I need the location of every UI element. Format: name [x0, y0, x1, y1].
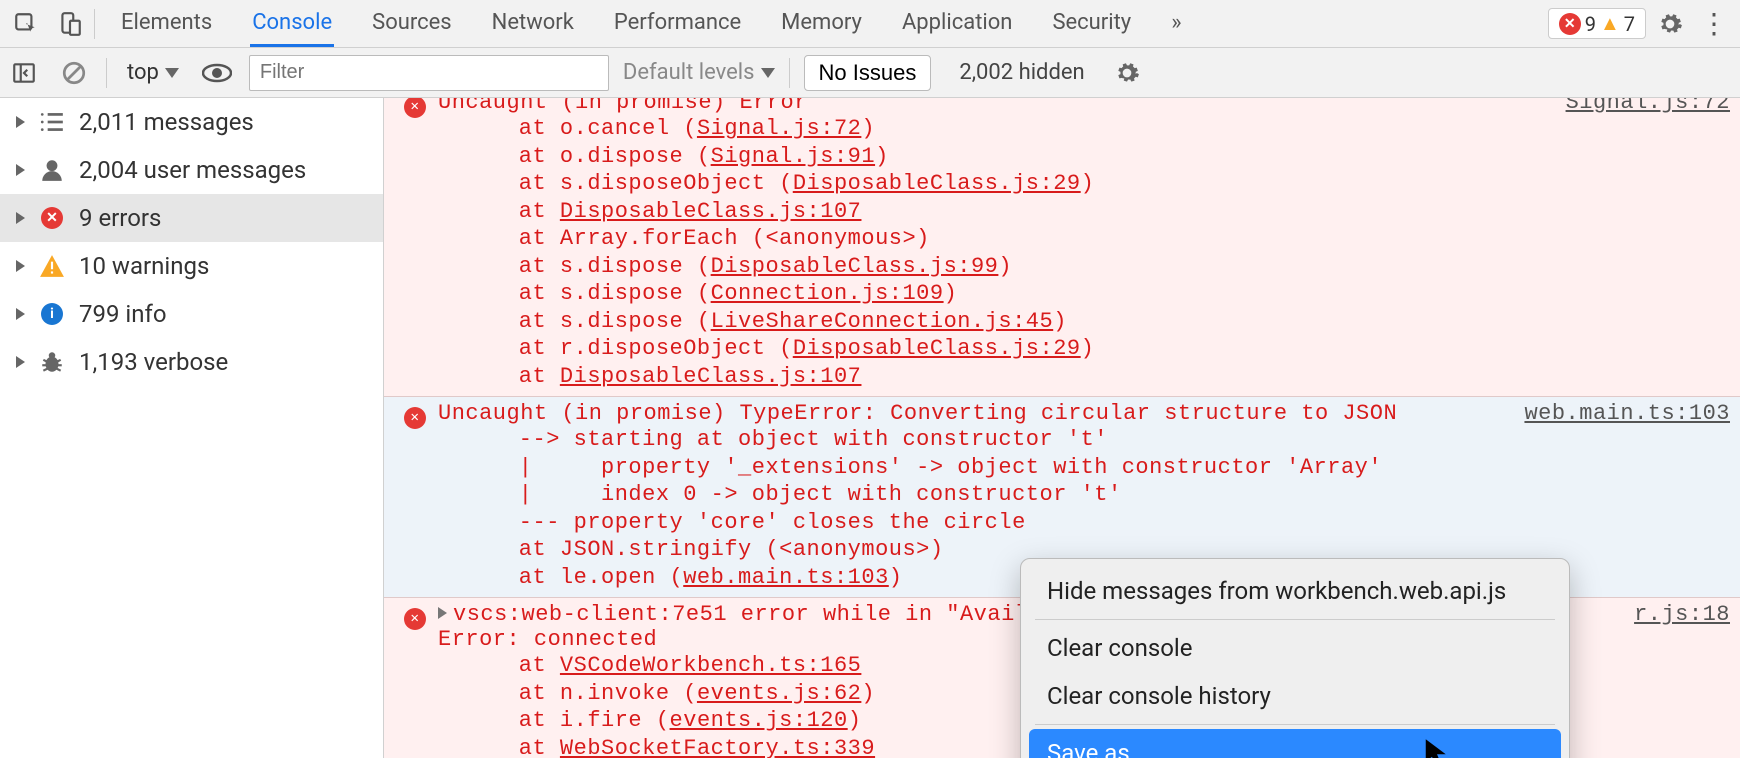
filter-input[interactable]	[249, 55, 609, 91]
kebab-menu-icon[interactable]: ⋮	[1694, 4, 1734, 44]
sidebar-item-label: 1,193 verbose	[79, 348, 228, 376]
live-expression-icon[interactable]	[199, 55, 235, 91]
console-message: ✕ Uncaught (in promise) Error Signal.js:72…	[384, 98, 1740, 397]
menu-item[interactable]: Save as...	[1029, 729, 1561, 758]
console-sidebar: 2,011 messages 2,004 user messages ✕ 9 erro…	[0, 98, 384, 758]
message-header: vscs:web-client:7e51 error while in "Ava…	[438, 602, 1029, 627]
warning-count: 7	[1624, 12, 1635, 36]
separator	[106, 58, 107, 88]
warning-icon: ▲	[1600, 11, 1620, 36]
clear-console-icon[interactable]	[56, 55, 92, 91]
bug-icon	[39, 349, 65, 375]
menu-item[interactable]: Clear console history	[1029, 672, 1561, 720]
info-icon: i	[39, 301, 65, 327]
sidebar-item-warnings[interactable]: 10 warnings	[0, 242, 383, 290]
tab-application[interactable]: Application	[900, 0, 1014, 47]
menu-separator	[1035, 619, 1555, 620]
devtools-tabbar: Elements Console Sources Network Perform…	[0, 0, 1740, 48]
inspect-icon[interactable]	[6, 4, 46, 44]
disclosure-icon[interactable]	[438, 607, 447, 619]
tab-security[interactable]: Security	[1050, 0, 1133, 47]
message-source-link[interactable]: r.js:18	[1634, 602, 1730, 627]
error-icon: ✕	[404, 403, 426, 425]
separator	[94, 9, 95, 39]
menu-item[interactable]: Clear console	[1029, 624, 1561, 672]
error-icon: ✕	[1559, 13, 1581, 35]
tab-sources[interactable]: Sources	[370, 0, 454, 47]
error-icon: ✕	[404, 98, 426, 114]
context-label: top	[127, 60, 159, 85]
issues-button[interactable]: No Issues	[804, 55, 932, 91]
tab-performance[interactable]: Performance	[612, 0, 743, 47]
disclosure-icon	[16, 116, 25, 128]
message-header: Uncaught (in promise) TypeError: Convert…	[438, 401, 1397, 426]
tab-elements[interactable]: Elements	[119, 0, 214, 47]
user-icon	[39, 157, 65, 183]
log-levels-selector[interactable]: Default levels	[623, 60, 775, 85]
sidebar-item-label: 799 info	[79, 300, 167, 328]
sidebar-item-verbose[interactable]: 1,193 verbose	[0, 338, 383, 386]
stack-trace: at o.cancel (Signal.js:72) at o.dispose …	[464, 115, 1730, 390]
console-settings-icon[interactable]	[1109, 55, 1145, 91]
sidebar-item-label: 9 errors	[79, 204, 161, 232]
console-body: 2,011 messages 2,004 user messages ✕ 9 erro…	[0, 98, 1740, 758]
err-icon: ✕	[39, 205, 65, 231]
devtools-tabs: Elements Console Sources Network Perform…	[119, 0, 1184, 47]
sidebar-item-label: 2,011 messages	[79, 108, 254, 136]
error-count: 9	[1585, 12, 1596, 36]
menu-separator	[1035, 724, 1555, 725]
sidebar-item-label: 2,004 user messages	[79, 156, 306, 184]
settings-icon[interactable]	[1650, 4, 1690, 44]
disclosure-icon	[16, 212, 25, 224]
sidebar-item-messages[interactable]: 2,011 messages	[0, 98, 383, 146]
hidden-count[interactable]: 2,002 hidden	[959, 60, 1084, 85]
sidebar-item-user[interactable]: 2,004 user messages	[0, 146, 383, 194]
error-warning-badges[interactable]: ✕ 9 ▲ 7	[1548, 8, 1646, 39]
tab-network[interactable]: Network	[490, 0, 576, 47]
tab-console[interactable]: Console	[250, 0, 334, 47]
context-menu: Hide messages from workbench.web.api.js C…	[1020, 558, 1570, 758]
levels-label: Default levels	[623, 60, 755, 85]
console-toolbar: top Default levels No Issues 2,002 hidde…	[0, 48, 1740, 98]
list-icon	[39, 109, 65, 135]
sidebar-item-errors[interactable]: ✕ 9 errors	[0, 194, 383, 242]
context-selector[interactable]: top	[121, 60, 185, 85]
tab-memory[interactable]: Memory	[779, 0, 864, 47]
message-header: Uncaught (in promise) Error	[438, 98, 808, 115]
menu-item[interactable]: Hide messages from workbench.web.api.js	[1029, 567, 1561, 615]
message-source-link[interactable]: Signal.js:72	[1566, 98, 1730, 115]
disclosure-icon	[16, 308, 25, 320]
disclosure-icon	[16, 356, 25, 368]
chevron-down-icon	[165, 68, 179, 78]
console-messages: ✕ Uncaught (in promise) Error Signal.js:72…	[384, 98, 1740, 758]
chevron-down-icon	[761, 68, 775, 78]
sidebar-toggle-icon[interactable]	[6, 55, 42, 91]
message-source-link[interactable]: web.main.ts:103	[1524, 401, 1730, 426]
disclosure-icon	[16, 260, 25, 272]
disclosure-icon	[16, 164, 25, 176]
warn-icon	[39, 253, 65, 279]
error-icon: ✕	[404, 604, 426, 626]
separator	[789, 58, 790, 88]
sidebar-item-info[interactable]: i 799 info	[0, 290, 383, 338]
device-toggle-icon[interactable]	[50, 4, 90, 44]
tab-more[interactable]: »	[1169, 0, 1183, 47]
sidebar-item-label: 10 warnings	[79, 252, 209, 280]
